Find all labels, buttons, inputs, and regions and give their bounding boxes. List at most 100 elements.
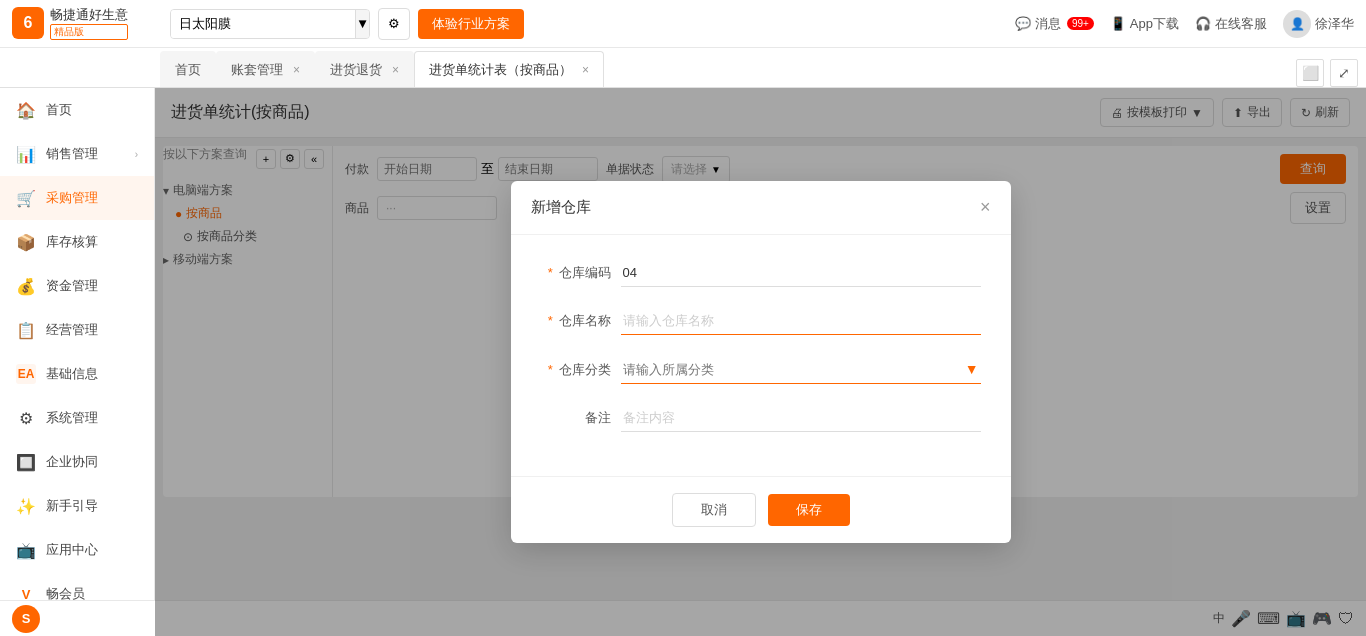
guide-icon: ✨ <box>16 496 36 516</box>
messages-badge: 99+ <box>1067 17 1094 30</box>
tab-account[interactable]: 账套管理 × <box>216 51 315 87</box>
dialog-title: 新增仓库 <box>531 198 591 217</box>
tab-account-close[interactable]: × <box>293 63 300 77</box>
tab-restore-btn[interactable]: ⬜ <box>1296 59 1324 87</box>
username-label: 徐泽华 <box>1315 15 1354 33</box>
sidebar-item-purchase[interactable]: 🛒 采购管理 <box>0 176 154 220</box>
sidebar-basic-info-label: 基础信息 <box>46 365 98 383</box>
messages-label: 消息 <box>1035 15 1061 33</box>
sidebar-item-finance[interactable]: 💰 资金管理 <box>0 264 154 308</box>
category-arrow-icon: ▼ <box>965 361 979 377</box>
online-service-label: 在线客服 <box>1215 15 1267 33</box>
trial-button[interactable]: 体验行业方案 <box>418 9 524 39</box>
sidebar-system-label: 系统管理 <box>46 409 98 427</box>
sidebar-item-app-center[interactable]: 📺 应用中心 <box>0 528 154 572</box>
category-input[interactable] <box>623 362 965 377</box>
logo-icon: 6 <box>12 7 44 39</box>
tab-bar: 首页 账套管理 × 进货退货 × 进货单统计表（按商品） × ⬜ ⤢ <box>0 48 1366 88</box>
dialog-close-btn[interactable]: × <box>980 197 991 218</box>
sidebar-item-basic-info[interactable]: EA 基础信息 <box>0 352 154 396</box>
app-center-icon: 📺 <box>16 540 36 560</box>
tab-purchase-return[interactable]: 进货退货 × <box>315 51 414 87</box>
tab-purchase-return-label: 进货退货 <box>330 61 382 79</box>
s-label: S <box>22 611 31 626</box>
form-row-name: * 仓库名称 <box>541 307 981 335</box>
logo-text-area: 畅捷通好生意 精品版 <box>50 7 128 40</box>
tab-bar-right: ⬜ ⤢ <box>1296 59 1366 87</box>
save-button[interactable]: 保存 <box>768 494 850 526</box>
tab-home[interactable]: 首页 <box>160 51 216 87</box>
tab-expand-btn[interactable]: ⤢ <box>1330 59 1358 87</box>
modal-overlay[interactable]: 新增仓库 × * 仓库编码 * <box>155 88 1366 636</box>
category-select[interactable]: ▼ <box>621 355 981 384</box>
form-row-code: * 仓库编码 <box>541 259 981 287</box>
gear-button[interactable]: ⚙ <box>378 8 410 40</box>
sidebar-guide-label: 新手引导 <box>46 497 98 515</box>
code-required-star: * <box>548 265 553 280</box>
content-area: 进货单统计(按商品) 🖨 按模板打印 ▼ ⬆ 导出 ↻ 刷新 <box>155 88 1366 636</box>
search-input[interactable] <box>171 10 355 38</box>
online-service-item[interactable]: 🎧 在线客服 <box>1195 15 1267 33</box>
logo-area: 6 畅捷通好生意 精品版 <box>12 7 162 40</box>
sidebar-item-system[interactable]: ⚙ 系统管理 <box>0 396 154 440</box>
new-warehouse-dialog: 新增仓库 × * 仓库编码 * <box>511 181 1011 543</box>
user-avatar: 👤 <box>1283 10 1311 38</box>
messages-item[interactable]: 💬 消息 99+ <box>1015 15 1094 33</box>
code-label: * 仓库编码 <box>541 264 621 282</box>
sidebar-item-operations[interactable]: 📋 经营管理 <box>0 308 154 352</box>
category-required-star: * <box>548 362 553 377</box>
finance-icon: 💰 <box>16 276 36 296</box>
sidebar-item-guide[interactable]: ✨ 新手引导 <box>0 484 154 528</box>
message-icon: 💬 <box>1015 16 1031 31</box>
code-input[interactable] <box>621 259 981 287</box>
cancel-button[interactable]: 取消 <box>672 493 756 527</box>
sidebar: 🏠 首页 📊 销售管理 › 🛒 采购管理 📦 库存核算 💰 资金管理 📋 经营管… <box>0 88 155 636</box>
tab-purchase-stats[interactable]: 进货单统计表（按商品） × <box>414 51 604 87</box>
form-row-category: * 仓库分类 ▼ <box>541 355 981 384</box>
tab-account-label: 账套管理 <box>231 61 283 79</box>
app-download-label: App下载 <box>1130 15 1179 33</box>
top-header: 6 畅捷通好生意 精品版 ▼ ⚙ 体验行业方案 💬 消息 99+ 📱 App下载… <box>0 0 1366 48</box>
sidebar-enterprise-label: 企业协同 <box>46 453 98 471</box>
sidebar-inventory-label: 库存核算 <box>46 233 98 251</box>
search-dropdown-btn[interactable]: ▼ <box>355 10 369 38</box>
dialog-footer: 取消 保存 <box>511 476 1011 543</box>
s-brand-icon: S <box>12 605 40 633</box>
headset-icon: 🎧 <box>1195 16 1211 31</box>
operations-icon: 📋 <box>16 320 36 340</box>
sidebar-item-sales[interactable]: 📊 销售管理 › <box>0 132 154 176</box>
sidebar-item-inventory[interactable]: 📦 库存核算 <box>0 220 154 264</box>
sidebar-purchase-label: 采购管理 <box>46 189 98 207</box>
sidebar-finance-label: 资金管理 <box>46 277 98 295</box>
phone-icon: 📱 <box>1110 16 1126 31</box>
home-icon: 🏠 <box>16 100 36 120</box>
header-right: 💬 消息 99+ 📱 App下载 🎧 在线客服 👤 徐泽华 <box>1015 10 1354 38</box>
app-download-item[interactable]: 📱 App下载 <box>1110 15 1179 33</box>
remark-input[interactable] <box>621 404 981 432</box>
purchase-icon: 🛒 <box>16 188 36 208</box>
name-required-star: * <box>548 313 553 328</box>
name-label: * 仓库名称 <box>541 312 621 330</box>
sidebar-home-label: 首页 <box>46 101 72 119</box>
form-row-remark: 备注 <box>541 404 981 432</box>
sidebar-item-home[interactable]: 🏠 首页 <box>0 88 154 132</box>
enterprise-icon: 🔲 <box>16 452 36 472</box>
tab-purchase-return-close[interactable]: × <box>392 63 399 77</box>
sidebar-sales-label: 销售管理 <box>46 145 98 163</box>
sales-toggle-icon: › <box>135 149 138 160</box>
bottom-left-icons: S <box>12 605 40 633</box>
tab-purchase-stats-close[interactable]: × <box>582 63 589 77</box>
sidebar-item-enterprise[interactable]: 🔲 企业协同 <box>0 440 154 484</box>
sidebar-app-center-label: 应用中心 <box>46 541 98 559</box>
remark-label: 备注 <box>541 409 621 427</box>
tab-home-label: 首页 <box>175 61 201 79</box>
name-input[interactable] <box>621 307 981 335</box>
search-area[interactable]: ▼ <box>170 9 370 39</box>
basic-info-icon: EA <box>16 364 36 384</box>
category-label: * 仓库分类 <box>541 361 621 379</box>
dialog-header: 新增仓库 × <box>511 181 1011 235</box>
inventory-icon: 📦 <box>16 232 36 252</box>
user-item[interactable]: 👤 徐泽华 <box>1283 10 1354 38</box>
dialog-body: * 仓库编码 * 仓库名称 <box>511 235 1011 476</box>
tab-purchase-stats-label: 进货单统计表（按商品） <box>429 61 572 79</box>
